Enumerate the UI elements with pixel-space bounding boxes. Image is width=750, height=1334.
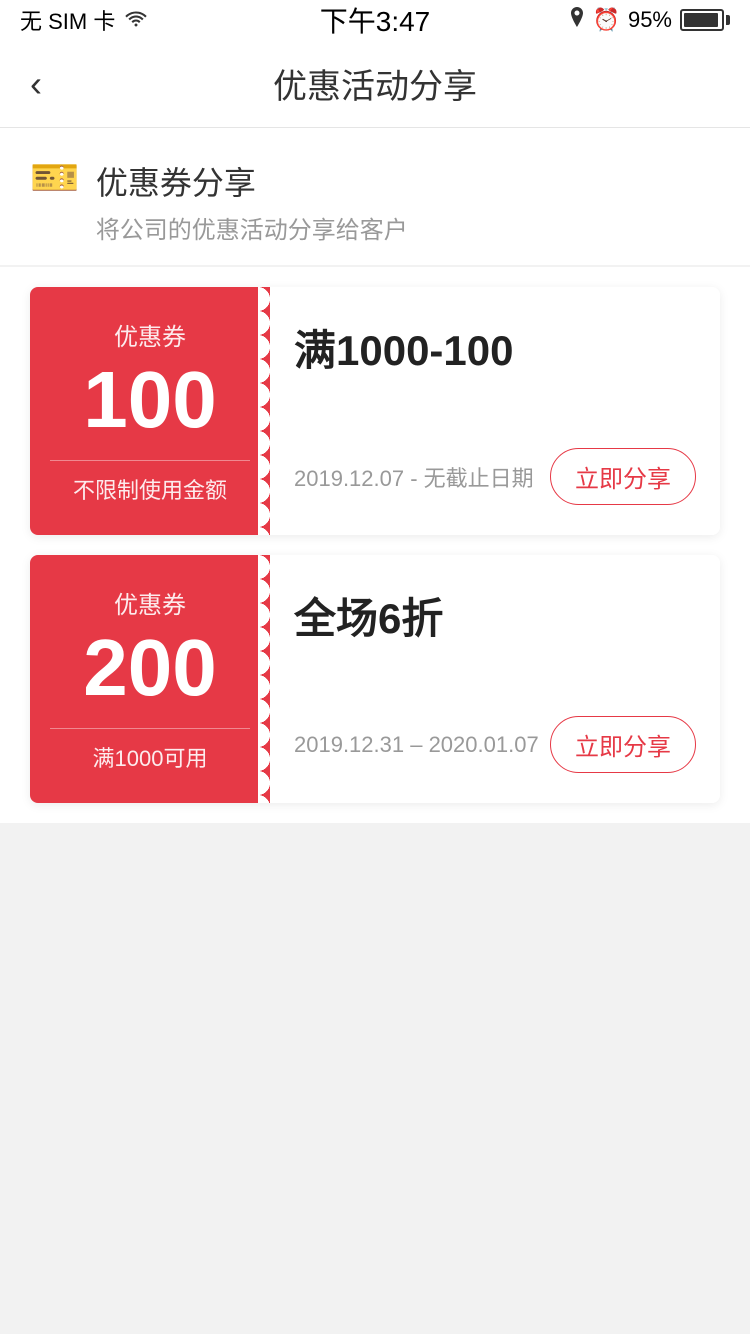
section-title: 优惠券分享 bbox=[96, 158, 408, 204]
back-button[interactable]: ‹ bbox=[30, 63, 42, 105]
coupon-value-0: 100 bbox=[83, 360, 216, 440]
share-button-0[interactable]: 立即分享 bbox=[550, 448, 696, 505]
status-bar: 无 SIM 卡 下午3:47 ⏰ 95% bbox=[0, 0, 750, 40]
coupon-name-1: 全场6折 bbox=[294, 585, 696, 646]
battery-percent: 95% bbox=[628, 7, 672, 33]
coupon-name-0: 满1000-100 bbox=[294, 317, 696, 378]
location-icon bbox=[569, 7, 585, 33]
alarm-icon: ⏰ bbox=[593, 7, 620, 33]
status-right: ⏰ 95% bbox=[569, 7, 730, 33]
carrier-text: 无 SIM 卡 bbox=[20, 4, 115, 36]
nav-title: 优惠活动分享 bbox=[273, 59, 477, 108]
coupon-bottom-0: 2019.12.07 - 无截止日期 立即分享 bbox=[294, 448, 696, 505]
coupon-bottom-1: 2019.12.31 – 2020.01.07 立即分享 bbox=[294, 716, 696, 773]
section-text: 优惠券分享 将公司的优惠活动分享给客户 bbox=[96, 158, 408, 245]
coupon-card-1: 优惠券 200 满1000可用 全场6折 2019.12.31 – 2020.0… bbox=[30, 555, 720, 803]
status-left: 无 SIM 卡 bbox=[20, 4, 147, 36]
coupon-left-0: 优惠券 100 不限制使用金额 bbox=[30, 287, 270, 535]
status-time: 下午3:47 bbox=[320, 0, 431, 40]
coupon-value-1: 200 bbox=[83, 628, 216, 708]
share-button-1[interactable]: 立即分享 bbox=[550, 716, 696, 773]
coupon-label-0: 优惠券 bbox=[114, 317, 186, 352]
section-header: 🎫 优惠券分享 将公司的优惠活动分享给客户 bbox=[0, 128, 750, 265]
coupon-condition-1: 满1000可用 bbox=[50, 728, 250, 773]
coupon-date-0: 2019.12.07 - 无截止日期 bbox=[294, 461, 534, 493]
coupon-condition-0: 不限制使用金额 bbox=[50, 460, 250, 505]
coupon-left-1: 优惠券 200 满1000可用 bbox=[30, 555, 270, 803]
coupon-right-0: 满1000-100 2019.12.07 - 无截止日期 立即分享 bbox=[270, 287, 720, 535]
coupon-list: 优惠券 100 不限制使用金额 满1000-100 2019.12.07 - 无… bbox=[0, 267, 750, 823]
coupon-label-1: 优惠券 bbox=[114, 585, 186, 620]
section-subtitle: 将公司的优惠活动分享给客户 bbox=[96, 210, 408, 245]
battery-icon bbox=[680, 9, 730, 31]
coupon-date-1: 2019.12.31 – 2020.01.07 bbox=[294, 732, 539, 758]
nav-bar: ‹ 优惠活动分享 bbox=[0, 40, 750, 128]
coupon-card-0: 优惠券 100 不限制使用金额 满1000-100 2019.12.07 - 无… bbox=[30, 287, 720, 535]
coupon-section-icon: 🎫 bbox=[30, 158, 80, 198]
coupon-right-1: 全场6折 2019.12.31 – 2020.01.07 立即分享 bbox=[270, 555, 720, 803]
wifi-icon bbox=[125, 7, 147, 33]
